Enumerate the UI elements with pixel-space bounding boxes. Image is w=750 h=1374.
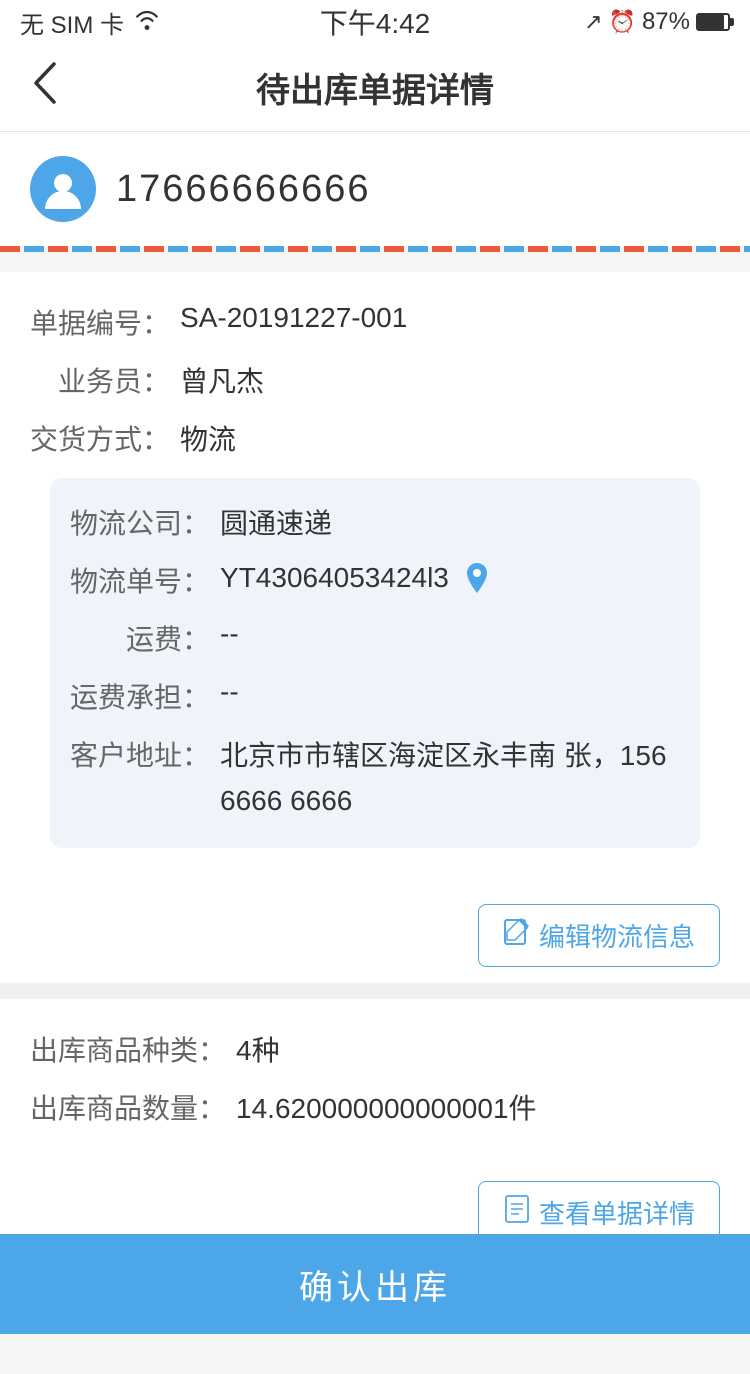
goods-types-label: 出库商品种类： — [30, 1029, 226, 1069]
goods-section: 出库商品种类： 4种 出库商品数量： 14.620000000000001件 — [0, 999, 750, 1165]
freight-row: 运费： -- — [70, 618, 680, 658]
page-title: 待出库单据详情 — [256, 63, 494, 112]
goods-quantity-value: 14.620000000000001件 — [236, 1087, 537, 1127]
delivery-row: 交货方式： 物流 — [30, 418, 720, 458]
agent-value: 曾凡杰 — [180, 360, 720, 400]
logistics-card: 物流公司： 圆通速递 物流单号： YT43064053424l3 运费： — [50, 478, 700, 848]
delivery-value: 物流 — [180, 418, 720, 458]
battery-label: 87% — [642, 8, 690, 36]
status-left: 无 SIM 卡 — [20, 5, 162, 40]
status-bar: 无 SIM 卡 下午4:42 ↗ ⏰ 87% — [0, 0, 750, 44]
phone-number: 17666666666 — [116, 168, 370, 211]
edit-logistics-button[interactable]: 编辑物流信息 — [478, 904, 720, 967]
edit-logistics-label: 编辑物流信息 — [539, 917, 695, 954]
order-number-label: 单据编号： — [30, 302, 170, 342]
address-row: 客户地址： 北京市市辖区海淀区永丰南 张，156 6666 6666 — [70, 734, 680, 824]
order-number-value: SA-20191227-001 — [180, 302, 720, 334]
avatar — [30, 156, 96, 222]
freight-label: 运费： — [70, 618, 210, 658]
freight-bearer-label: 运费承担： — [70, 676, 210, 716]
delivery-label: 交货方式： — [30, 418, 170, 458]
goods-quantity-label: 出库商品数量： — [30, 1087, 226, 1127]
freight-bearer-value: -- — [220, 676, 680, 708]
freight-value: -- — [220, 618, 680, 650]
status-right: ↗ ⏰ 87% — [584, 8, 730, 36]
order-number-row: 单据编号： SA-20191227-001 — [30, 302, 720, 342]
freight-bearer-row: 运费承担： -- — [70, 676, 680, 716]
map-pin-icon[interactable] — [459, 560, 495, 596]
goods-quantity-row: 出库商品数量： 14.620000000000001件 — [30, 1087, 720, 1127]
tracking-number-label: 物流单号： — [70, 560, 210, 600]
edit-btn-area: 编辑物流信息 — [0, 888, 750, 983]
alarm-icon: ⏰ — [609, 9, 636, 35]
logistics-company-label: 物流公司： — [70, 502, 210, 542]
location-icon: ↗ — [584, 9, 602, 35]
address-value: 北京市市辖区海淀区永丰南 张，156 6666 6666 — [220, 734, 680, 824]
battery-icon — [696, 13, 730, 31]
logistics-company-row: 物流公司： 圆通速递 — [70, 502, 680, 542]
document-icon — [503, 1195, 531, 1230]
confirm-outbound-button[interactable]: 确认出库 — [299, 1260, 451, 1309]
agent-row: 业务员： 曾凡杰 — [30, 360, 720, 400]
header-card: 17666666666 — [0, 132, 750, 246]
address-label: 客户地址： — [70, 734, 210, 774]
logistics-company-value: 圆通速递 — [220, 502, 680, 542]
view-detail-label: 查看单据详情 — [539, 1194, 695, 1231]
agent-label: 业务员： — [30, 360, 170, 400]
section-divider — [0, 983, 750, 999]
dashed-divider — [0, 246, 750, 252]
status-time: 下午4:42 — [320, 2, 431, 42]
nav-bar: 待出库单据详情 — [0, 44, 750, 132]
wifi-icon — [132, 8, 162, 37]
goods-types-value: 4种 — [236, 1029, 280, 1069]
carrier-label: 无 SIM 卡 — [20, 5, 124, 40]
bottom-confirm-area: 确认出库 — [0, 1234, 750, 1334]
tracking-number-row: 物流单号： YT43064053424l3 — [70, 560, 680, 600]
back-button[interactable] — [30, 60, 58, 116]
goods-types-row: 出库商品种类： 4种 — [30, 1029, 720, 1069]
order-info-section: 单据编号： SA-20191227-001 业务员： 曾凡杰 交货方式： 物流 … — [0, 272, 750, 888]
tracking-number-value: YT43064053424l3 — [220, 560, 680, 596]
edit-icon — [503, 918, 531, 953]
